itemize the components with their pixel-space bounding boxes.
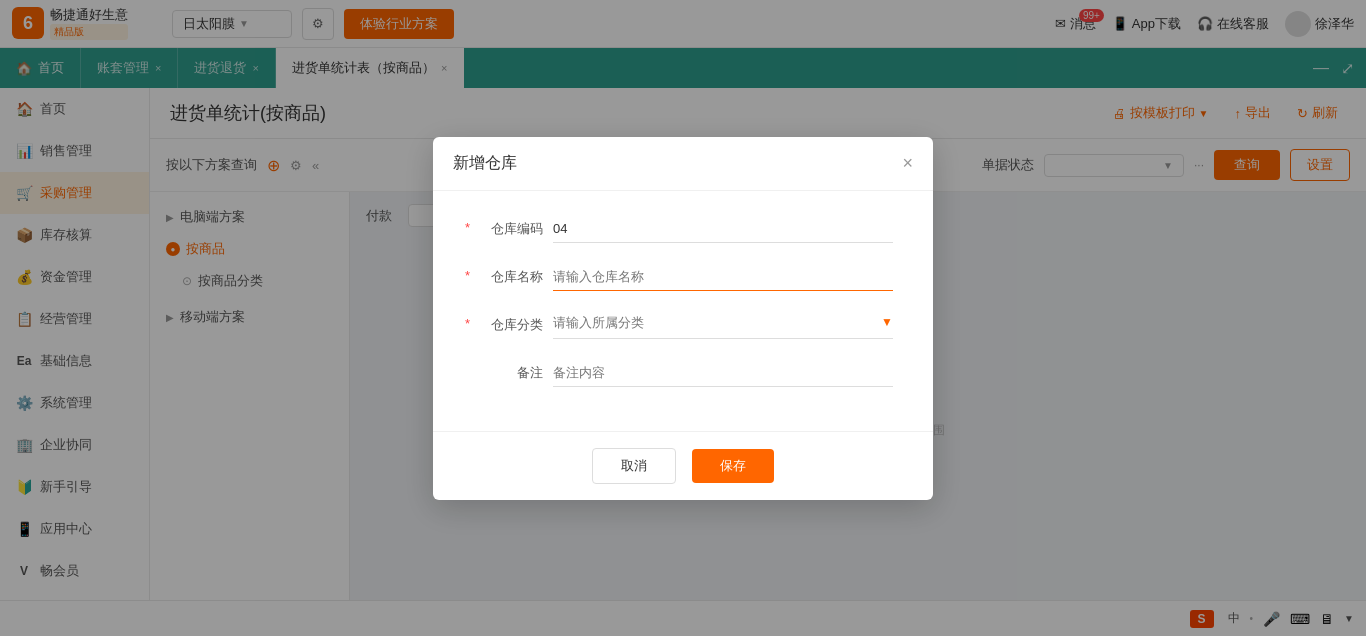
modal-title: 新增仓库 [453, 153, 517, 174]
new-warehouse-modal: 新增仓库 × 仓库编码 仓库名称 仓库分类 ▼ [433, 137, 933, 500]
name-label: 仓库名称 [473, 268, 543, 286]
form-row-note: 备注 [473, 359, 893, 387]
modal-overlay[interactable]: 新增仓库 × 仓库编码 仓库名称 仓库分类 ▼ [0, 0, 1366, 636]
modal-header: 新增仓库 × [433, 137, 933, 191]
modal-body: 仓库编码 仓库名称 仓库分类 ▼ 备注 [433, 191, 933, 431]
form-row-code: 仓库编码 [473, 215, 893, 243]
code-input[interactable] [553, 215, 893, 243]
note-label: 备注 [473, 364, 543, 382]
modal-footer: 取消 保存 [433, 431, 933, 500]
category-dropdown-arrow[interactable]: ▼ [881, 315, 893, 329]
code-label: 仓库编码 [473, 220, 543, 238]
note-input[interactable] [553, 359, 893, 387]
name-input[interactable] [553, 263, 893, 291]
cancel-button[interactable]: 取消 [592, 448, 676, 484]
category-input[interactable] [553, 311, 881, 334]
form-row-category: 仓库分类 ▼ [473, 311, 893, 339]
modal-close-button[interactable]: × [902, 154, 913, 172]
category-label: 仓库分类 [473, 316, 543, 334]
save-button[interactable]: 保存 [692, 449, 774, 483]
form-row-name: 仓库名称 [473, 263, 893, 291]
category-select-wrapper[interactable]: ▼ [553, 311, 893, 339]
